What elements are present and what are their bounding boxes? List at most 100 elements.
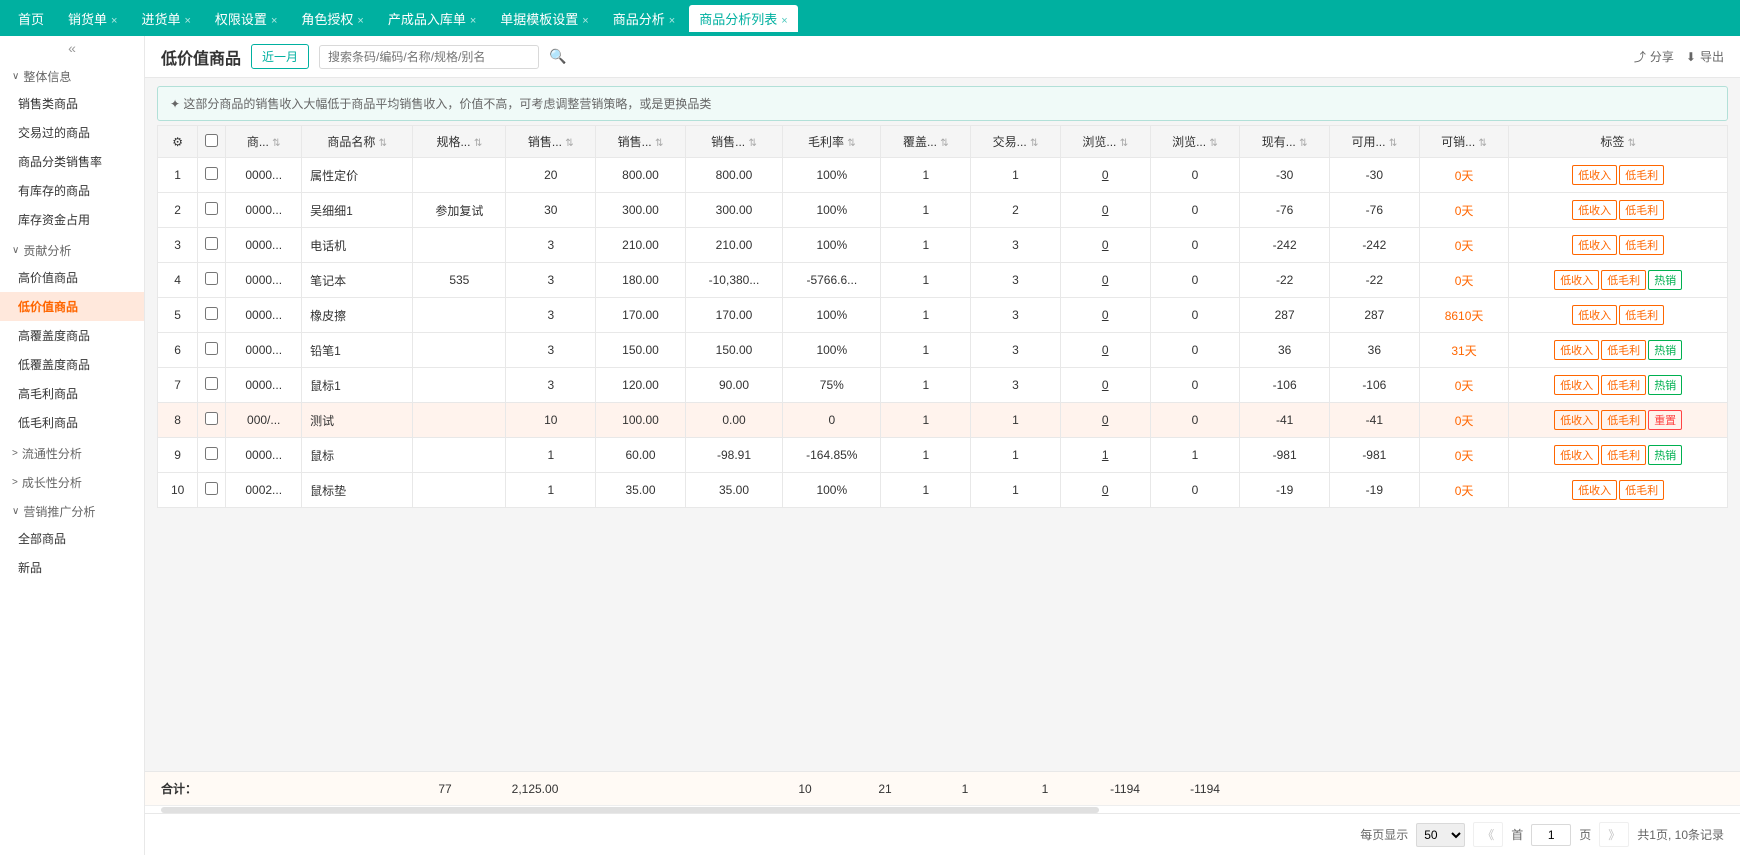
browse-link[interactable]: 1 [1102, 448, 1109, 462]
export-button[interactable]: ⬇ 导出 [1686, 48, 1724, 65]
row-checkbox[interactable] [205, 377, 218, 390]
sales-amount-col-header[interactable]: 销售... ⇅ [685, 126, 782, 158]
sidebar-item-低毛利商品[interactable]: 低毛利商品 [0, 408, 144, 437]
sidebar-item-低价值商品[interactable]: 低价值商品 [0, 292, 144, 321]
row-checkbox[interactable] [205, 447, 218, 460]
settings-col-header[interactable]: ⚙ [158, 126, 198, 158]
nav-item-单据模板设置[interactable]: 单据模板设置× [490, 5, 598, 32]
sales-qty-col-header[interactable]: 销售... ⇅ [506, 126, 596, 158]
row-checkbox-cell[interactable] [198, 368, 226, 403]
sidebar-item-有库存的商品[interactable]: 有库存的商品 [0, 176, 144, 205]
row-name[interactable]: 鼠标垫 [302, 473, 413, 508]
row-checkbox-cell[interactable] [198, 158, 226, 193]
coverage-col-header[interactable]: 覆盖... ⇅ [881, 126, 971, 158]
next-page-button[interactable]: 》 [1599, 822, 1629, 847]
row-name[interactable]: 鼠标 [302, 438, 413, 473]
row-checkbox-cell[interactable] [198, 298, 226, 333]
row-checkbox-cell[interactable] [198, 473, 226, 508]
sidebar-section-成长性分析[interactable]: >成长性分析 [0, 466, 144, 495]
row-checkbox[interactable] [205, 272, 218, 285]
page-number-input[interactable] [1531, 824, 1571, 846]
browse-link[interactable]: 0 [1102, 413, 1109, 427]
row-checkbox-cell[interactable] [198, 228, 226, 263]
nav-close-icon[interactable]: × [470, 15, 476, 27]
code-col-header[interactable]: 商... ⇅ [226, 126, 302, 158]
nav-close-icon[interactable]: × [582, 15, 588, 27]
browse-link[interactable]: 0 [1102, 483, 1109, 497]
sales-price-col-header[interactable]: 销售... ⇅ [596, 126, 686, 158]
nav-item-进货单[interactable]: 进货单× [131, 5, 200, 32]
browse-link[interactable]: 0 [1102, 273, 1109, 287]
checkbox-col-header[interactable] [198, 126, 226, 158]
row-checkbox[interactable] [205, 482, 218, 495]
select-all-checkbox[interactable] [205, 134, 218, 147]
per-page-select[interactable]: 50 100 200 [1416, 823, 1465, 847]
nav-close-icon[interactable]: × [271, 15, 277, 27]
nav-item-权限设置[interactable]: 权限设置× [205, 5, 287, 32]
gross-margin-col-header[interactable]: 毛利率 ⇅ [783, 126, 881, 158]
row-browse1[interactable]: 0 [1060, 263, 1150, 298]
nav-item-商品分析列表[interactable]: 商品分析列表× [689, 5, 797, 32]
row-browse1[interactable]: 0 [1060, 193, 1150, 228]
share-button[interactable]: ⤴ 分享 [1634, 48, 1674, 65]
row-browse1[interactable]: 0 [1060, 368, 1150, 403]
row-checkbox-cell[interactable] [198, 193, 226, 228]
sidebar-item-交易过的商品[interactable]: 交易过的商品 [0, 118, 144, 147]
row-checkbox[interactable] [205, 237, 218, 250]
data-table-container[interactable]: ⚙ 商... ⇅ 商品名称 ⇅ 规格... ⇅ 销售... ⇅ 销售... ⇅ … [145, 125, 1740, 771]
row-name[interactable]: 吴细细1 [302, 193, 413, 228]
nav-close-icon[interactable]: × [781, 15, 787, 27]
row-name[interactable]: 鼠标1 [302, 368, 413, 403]
row-browse1[interactable]: 0 [1060, 298, 1150, 333]
nav-close-icon[interactable]: × [357, 15, 363, 27]
saleable-days-col-header[interactable]: 可销... ⇅ [1419, 126, 1509, 158]
nav-item-销货单[interactable]: 销货单× [58, 5, 127, 32]
tags-col-header[interactable]: 标签 ⇅ [1509, 126, 1728, 158]
row-checkbox[interactable] [205, 202, 218, 215]
search-icon[interactable]: 🔍 [549, 48, 566, 65]
browse1-col-header[interactable]: 浏览... ⇅ [1060, 126, 1150, 158]
row-browse1[interactable]: 0 [1060, 228, 1150, 263]
transaction-col-header[interactable]: 交易... ⇅ [971, 126, 1061, 158]
sidebar-item-高价值商品[interactable]: 高价值商品 [0, 263, 144, 292]
sidebar-section-整体信息[interactable]: ∨整体信息 [0, 60, 144, 89]
nav-item-首页[interactable]: 首页 [8, 5, 54, 32]
sidebar-section-营销推广分析[interactable]: ∨营销推广分析 [0, 495, 144, 524]
browse-link[interactable]: 0 [1102, 168, 1109, 182]
sidebar-section-贡献分析[interactable]: ∨贡献分析 [0, 234, 144, 263]
browse-link[interactable]: 0 [1102, 343, 1109, 357]
row-checkbox-cell[interactable] [198, 263, 226, 298]
row-checkbox-cell[interactable] [198, 403, 226, 438]
sidebar-item-库存资金占用[interactable]: 库存资金占用 [0, 205, 144, 234]
time-filter-button[interactable]: 近一月 [251, 44, 309, 69]
row-browse1[interactable]: 0 [1060, 473, 1150, 508]
nav-item-产成品入库单[interactable]: 产成品入库单× [378, 5, 486, 32]
row-checkbox[interactable] [205, 412, 218, 425]
name-col-header[interactable]: 商品名称 ⇅ [302, 126, 413, 158]
nav-close-icon[interactable]: × [111, 15, 117, 27]
row-browse1[interactable]: 0 [1060, 158, 1150, 193]
nav-close-icon[interactable]: × [184, 15, 190, 27]
row-checkbox-cell[interactable] [198, 333, 226, 368]
row-checkbox-cell[interactable] [198, 438, 226, 473]
sidebar-item-新品[interactable]: 新品 [0, 553, 144, 582]
row-name[interactable]: 属性定价 [302, 158, 413, 193]
row-browse1[interactable]: 0 [1060, 333, 1150, 368]
nav-item-商品分析[interactable]: 商品分析× [603, 5, 685, 32]
nav-close-icon[interactable]: × [669, 15, 675, 27]
sidebar-item-销售类商品[interactable]: 销售类商品 [0, 89, 144, 118]
first-page-button[interactable]: 《 [1473, 822, 1503, 847]
sidebar-item-高毛利商品[interactable]: 高毛利商品 [0, 379, 144, 408]
spec-col-header[interactable]: 规格... ⇅ [413, 126, 506, 158]
browse-link[interactable]: 0 [1102, 378, 1109, 392]
available-stock-col-header[interactable]: 可用... ⇅ [1329, 126, 1419, 158]
row-name[interactable]: 橡皮擦 [302, 298, 413, 333]
nav-item-角色授权[interactable]: 角色授权× [291, 5, 373, 32]
row-browse1[interactable]: 0 [1060, 403, 1150, 438]
sidebar-item-高覆盖度商品[interactable]: 高覆盖度商品 [0, 321, 144, 350]
sidebar-collapse-btn[interactable]: « [0, 36, 144, 60]
sidebar-item-低覆盖度商品[interactable]: 低覆盖度商品 [0, 350, 144, 379]
browse-link[interactable]: 0 [1102, 238, 1109, 252]
browse2-col-header[interactable]: 浏览... ⇅ [1150, 126, 1240, 158]
row-checkbox[interactable] [205, 167, 218, 180]
